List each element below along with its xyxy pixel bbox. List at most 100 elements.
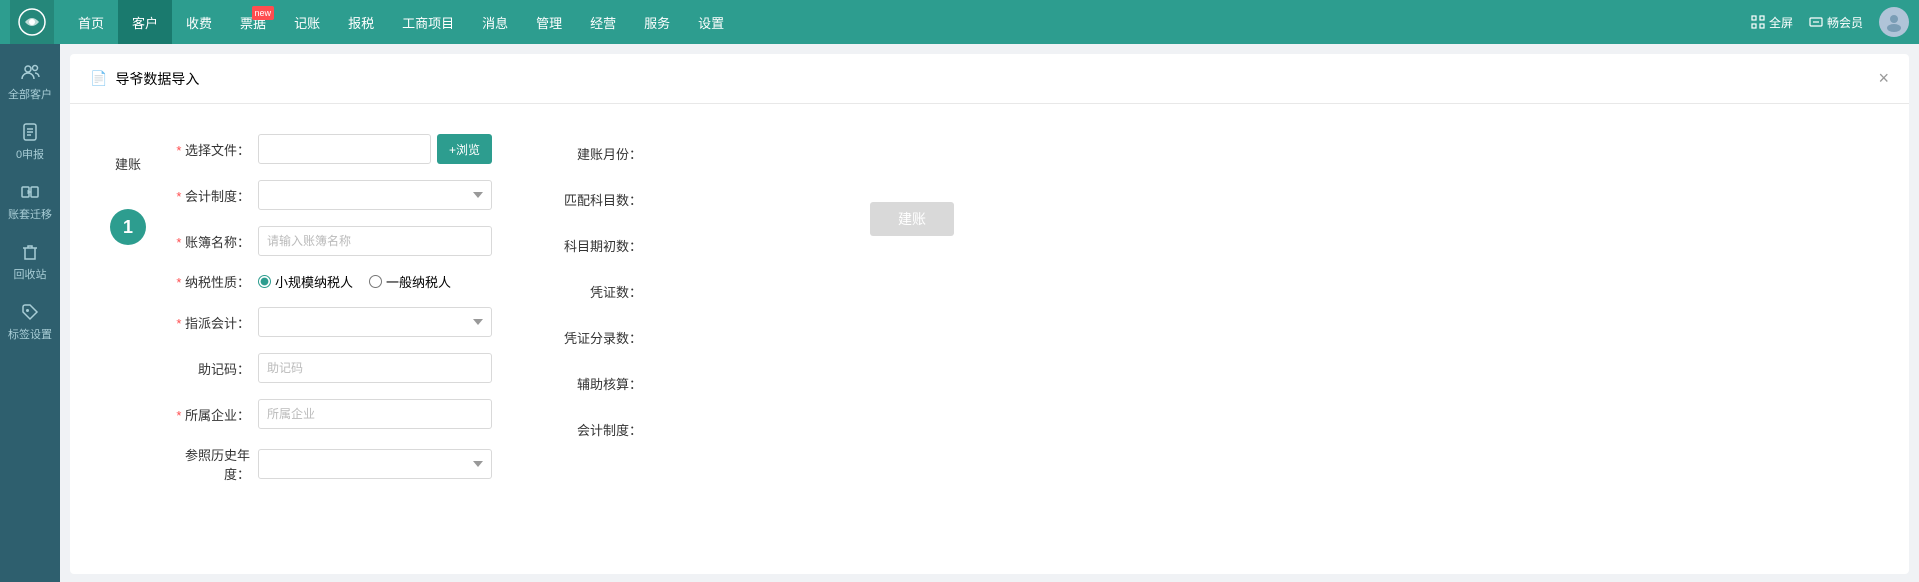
ledger-name-input[interactable] bbox=[258, 226, 492, 256]
tax-type-radio-group: 小规模纳税人 一般纳税人 bbox=[258, 272, 492, 291]
aux-row: 辅助核算： bbox=[552, 368, 810, 398]
sidebar: 全部客户 0申报 账套迁移 回收站 标签设置 bbox=[0, 44, 60, 582]
main-layout: 全部客户 0申报 账套迁移 回收站 标签设置 📄 导爷数据导入 bbox=[0, 44, 1919, 582]
close-button[interactable]: × bbox=[1878, 68, 1889, 89]
accountant-label: 指派会计： bbox=[170, 313, 250, 332]
form-area: 建账 1 选择文件： +浏览 bbox=[70, 104, 1909, 513]
dialog-title-text: 导爷数据导入 bbox=[115, 69, 199, 89]
dialog-header: 📄 导爷数据导入 × bbox=[70, 54, 1909, 104]
nav-settings[interactable]: 设置 bbox=[684, 0, 738, 44]
nav-home[interactable]: 首页 bbox=[64, 0, 118, 44]
nav-tax[interactable]: 报税 bbox=[334, 0, 388, 44]
accountant-row: 指派会计： bbox=[170, 307, 492, 337]
aux-label: 辅助核算： bbox=[552, 374, 642, 393]
history-year-select[interactable] bbox=[258, 449, 492, 479]
import-icon: 📄 bbox=[90, 70, 107, 87]
general-taxpayer-radio[interactable] bbox=[369, 275, 382, 288]
file-row: 选择文件： +浏览 bbox=[170, 134, 492, 164]
match-value bbox=[650, 184, 810, 214]
month-value bbox=[650, 138, 810, 168]
new-badge: new bbox=[252, 6, 275, 20]
nav-manage[interactable]: 管理 bbox=[522, 0, 576, 44]
nav-right: 全屏 畅会员 bbox=[1751, 7, 1909, 37]
sidebar-label-all-customers: 全部客户 bbox=[8, 86, 52, 102]
accounting-row: 会计制度： bbox=[552, 414, 810, 444]
nav-fee[interactable]: 收费 bbox=[172, 0, 226, 44]
voucher-entries-value bbox=[650, 322, 810, 352]
nav-bookkeeping[interactable]: 记账 bbox=[280, 0, 334, 44]
nav-business[interactable]: 工商项目 bbox=[388, 0, 468, 44]
sidebar-label-tag-settings: 标签设置 bbox=[8, 326, 52, 342]
voucher-entries-label: 凭证分录数： bbox=[552, 328, 642, 347]
step-section: 建账 1 选择文件： +浏览 bbox=[110, 134, 492, 483]
general-taxpayer-option[interactable]: 一般纳税人 bbox=[369, 272, 451, 291]
right-info-fields: 建账月份： 匹配科目数： 科目期初数： bbox=[552, 134, 810, 444]
right-panel-content: 建账月份： 匹配科目数： 科目期初数： bbox=[552, 134, 1869, 444]
member-label: 畅会员 bbox=[1827, 14, 1863, 31]
nav-invoice[interactable]: 票据 new bbox=[226, 0, 280, 44]
nav-items: 首页 客户 收费 票据 new 记账 报税 工商项目 消息 管理 经营 服务 设… bbox=[64, 0, 1751, 44]
small-taxpayer-radio[interactable] bbox=[258, 275, 271, 288]
memo-label: 助记码： bbox=[170, 359, 250, 378]
memo-input[interactable] bbox=[258, 353, 492, 383]
sidebar-label-migration: 账套迁移 bbox=[8, 206, 52, 222]
fullscreen-label: 全屏 bbox=[1769, 14, 1793, 31]
sidebar-label-zero-report: 0申报 bbox=[16, 146, 44, 162]
step-badge: 1 bbox=[110, 209, 146, 245]
nav-service[interactable]: 服务 bbox=[630, 0, 684, 44]
form-fields: 选择文件： +浏览 会计制度： bbox=[170, 134, 492, 483]
accounting-info-label: 会计制度： bbox=[552, 420, 642, 439]
sidebar-item-zero-report[interactable]: 0申报 bbox=[0, 112, 60, 172]
match-label: 匹配科目数： bbox=[552, 190, 642, 209]
tax-type-label: 纳税性质： bbox=[170, 272, 250, 291]
voucher-row: 凭证数： bbox=[552, 276, 810, 306]
nav-operation[interactable]: 经营 bbox=[576, 0, 630, 44]
dialog-card: 📄 导爷数据导入 × 建账 1 选择文件： bbox=[70, 54, 1909, 574]
accountant-select[interactable] bbox=[258, 307, 492, 337]
accounting-info-value bbox=[650, 414, 810, 444]
small-taxpayer-option[interactable]: 小规模纳税人 bbox=[258, 272, 353, 291]
right-panel: 建账月份： 匹配科目数： 科目期初数： bbox=[532, 134, 1869, 483]
voucher-value bbox=[650, 276, 810, 306]
memo-row: 助记码： bbox=[170, 353, 492, 383]
match-row: 匹配科目数： bbox=[552, 184, 810, 214]
sidebar-item-all-customers[interactable]: 全部客户 bbox=[0, 52, 60, 112]
browse-button[interactable]: +浏览 bbox=[437, 134, 492, 164]
file-input-wrap: +浏览 bbox=[258, 134, 492, 164]
member-button[interactable]: 畅会员 bbox=[1809, 14, 1863, 31]
aux-value bbox=[650, 368, 810, 398]
sidebar-label-recycle: 回收站 bbox=[14, 266, 47, 282]
accounting-system-select[interactable] bbox=[258, 180, 492, 210]
period-init-label: 科目期初数： bbox=[552, 236, 642, 255]
ledger-name-row: 账簿名称： bbox=[170, 226, 492, 256]
sidebar-item-migration[interactable]: 账套迁移 bbox=[0, 172, 60, 232]
small-taxpayer-label: 小规模纳税人 bbox=[275, 272, 353, 291]
accounting-system-label: 会计制度： bbox=[170, 186, 250, 205]
sidebar-item-tag-settings[interactable]: 标签设置 bbox=[0, 292, 60, 352]
company-input[interactable] bbox=[258, 399, 492, 429]
sidebar-item-recycle[interactable]: 回收站 bbox=[0, 232, 60, 292]
period-init-row: 科目期初数： bbox=[552, 230, 810, 260]
file-input[interactable] bbox=[258, 134, 431, 164]
period-init-value bbox=[650, 230, 810, 260]
dialog-title: 📄 导爷数据导入 bbox=[90, 69, 199, 89]
create-account-button[interactable]: 建账 bbox=[870, 202, 954, 236]
month-label: 建账月份： bbox=[552, 144, 642, 163]
user-avatar[interactable] bbox=[1879, 7, 1909, 37]
nav-message[interactable]: 消息 bbox=[468, 0, 522, 44]
history-year-label: 参照历史年度： bbox=[170, 445, 250, 483]
top-navigation: 首页 客户 收费 票据 new 记账 报税 工商项目 消息 管理 经营 服务 设… bbox=[0, 0, 1919, 44]
month-row: 建账月份： bbox=[552, 138, 810, 168]
file-label: 选择文件： bbox=[170, 140, 250, 159]
step-label: 建账 bbox=[115, 150, 141, 173]
nav-customer[interactable]: 客户 bbox=[118, 0, 172, 44]
fullscreen-button[interactable]: 全屏 bbox=[1751, 14, 1793, 31]
history-year-row: 参照历史年度： bbox=[170, 445, 492, 483]
ledger-name-label: 账簿名称： bbox=[170, 232, 250, 251]
accounting-system-row: 会计制度： bbox=[170, 180, 492, 210]
app-logo bbox=[10, 0, 54, 44]
tax-type-row: 纳税性质： 小规模纳税人 一般纳税人 bbox=[170, 272, 492, 291]
create-btn-wrapper: 建账 bbox=[870, 134, 954, 444]
voucher-label: 凭证数： bbox=[552, 282, 642, 301]
main-content: 📄 导爷数据导入 × 建账 1 选择文件： bbox=[60, 44, 1919, 582]
